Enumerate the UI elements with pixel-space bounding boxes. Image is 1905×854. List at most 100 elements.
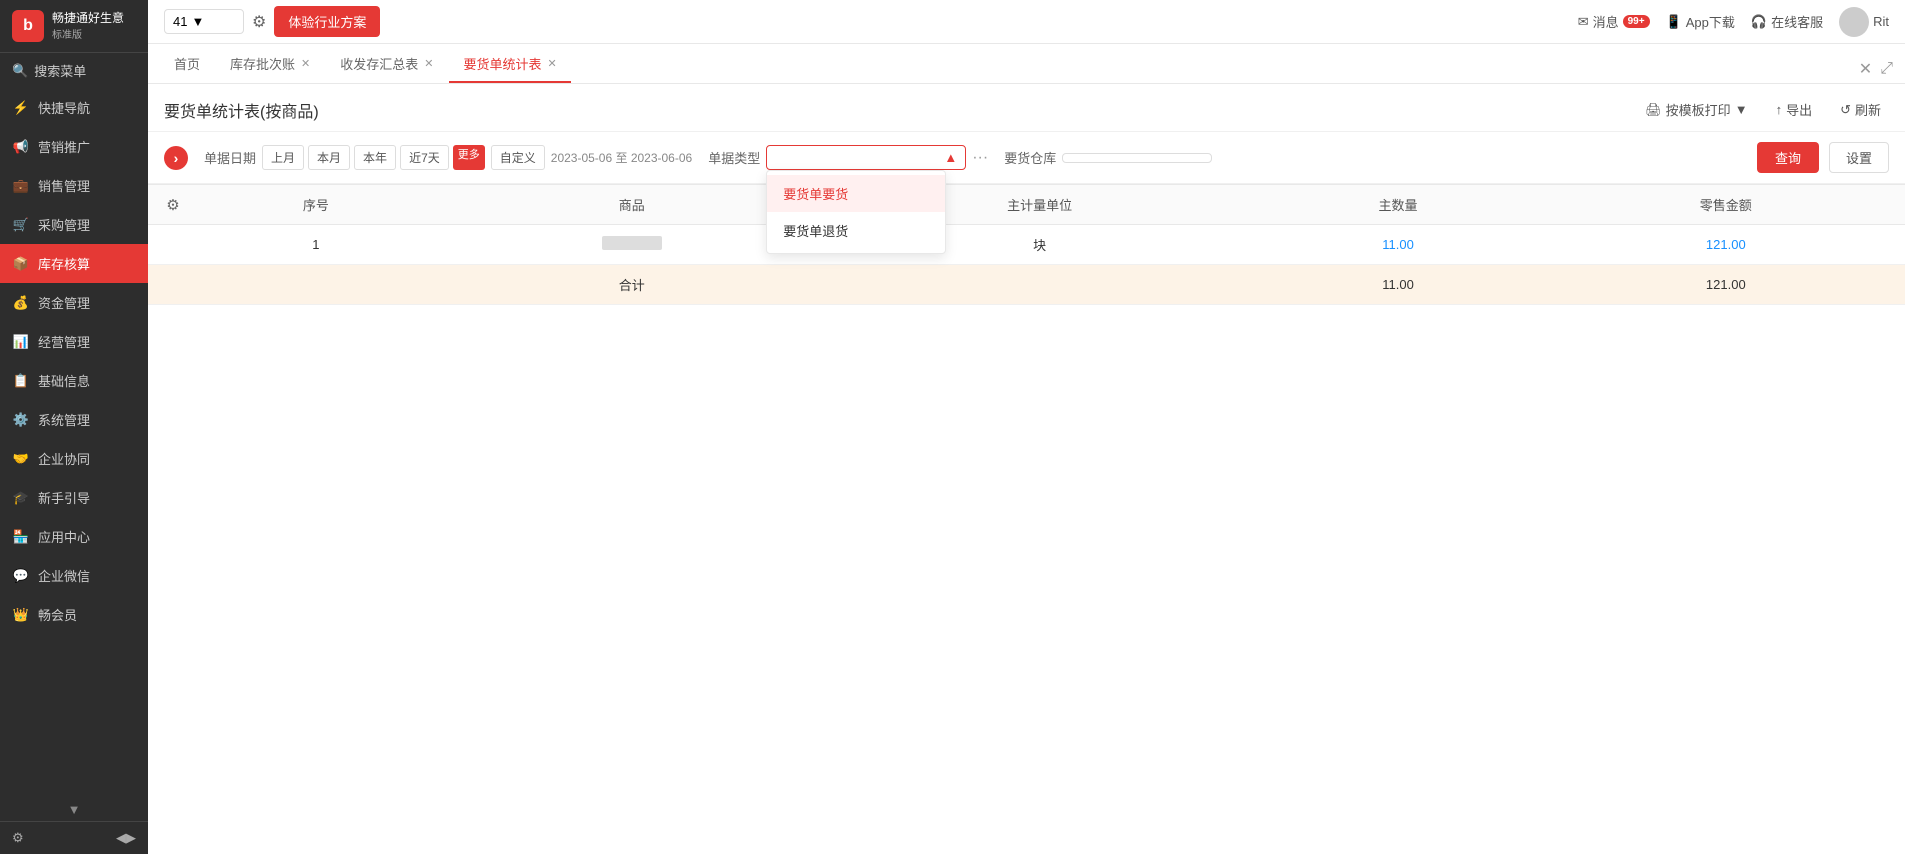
sidebar-item-sales[interactable]: 💼 销售管理 bbox=[0, 166, 148, 205]
type-select-box[interactable]: ▲ bbox=[766, 145, 966, 170]
online-service-item[interactable]: 🎧 在线客服 bbox=[1751, 12, 1823, 31]
export-icon: ↑ bbox=[1776, 102, 1783, 117]
tab-home-label: 首页 bbox=[174, 54, 200, 73]
settings-gear-icon[interactable]: ⚙ bbox=[252, 12, 266, 32]
app-logo-icon: b bbox=[12, 10, 44, 42]
sidebar-item-cooperation[interactable]: 🤝 企业协同 bbox=[0, 439, 148, 478]
sidebar-item-inventory[interactable]: 📦 库存核算 bbox=[0, 244, 148, 283]
refresh-btn[interactable]: ↺ 刷新 bbox=[1832, 96, 1889, 123]
messages-item[interactable]: ✉ 消息 99+ bbox=[1578, 12, 1650, 31]
print-dropdown-icon: ▼ bbox=[1735, 102, 1748, 117]
collapse-icon[interactable]: ◀▶ bbox=[116, 830, 136, 846]
table-container: ⚙ 序号 商品 主计量单位 主数量 零售金额 1 bbox=[148, 184, 1905, 305]
warehouse-select-box[interactable] bbox=[1062, 153, 1212, 163]
sidebar-item-operation[interactable]: 📊 经营管理 bbox=[0, 322, 148, 361]
tab-close-icon[interactable]: ✕ bbox=[424, 57, 433, 70]
sidebar-item-quick-nav[interactable]: ⚡ 快捷导航 bbox=[0, 88, 148, 127]
tab-inventory-batch[interactable]: 库存批次账 ✕ bbox=[216, 46, 324, 83]
filter-bar: › 单据日期 上月 本月 本年 近7天 更多 自定义 2023-05-06 至 … bbox=[148, 132, 1905, 184]
this-month-btn[interactable]: 本月 bbox=[308, 145, 350, 170]
dropdown-item-order[interactable]: 要货单要货 bbox=[767, 175, 945, 212]
topbar-left: 41 ▼ ⚙ 体验行业方案 bbox=[164, 6, 1566, 37]
search-label: 搜索菜单 bbox=[34, 61, 86, 80]
row-num: 1 bbox=[198, 225, 434, 265]
tab-label: 要货单统计表 bbox=[463, 54, 541, 73]
col-settings[interactable]: ⚙ bbox=[148, 185, 198, 225]
last-month-btn[interactable]: 上月 bbox=[262, 145, 304, 170]
purchase-icon: 🛒 bbox=[12, 216, 30, 234]
page-title: 要货单统计表(按商品) bbox=[164, 98, 319, 122]
settings-icon[interactable]: ⚙ bbox=[12, 830, 24, 846]
sidebar-item-label: 采购管理 bbox=[38, 215, 90, 234]
settings-button[interactable]: 设置 bbox=[1829, 142, 1889, 173]
table-row: 1 块 11.00 121.00 bbox=[148, 225, 1905, 265]
filter-expand-btn[interactable]: › bbox=[164, 146, 188, 170]
sidebar-item-member[interactable]: 👑 畅会员 bbox=[0, 595, 148, 634]
page-header: 要货单统计表(按商品) 🖨 按模板打印 ▼ ↑ 导出 ↺ 刷新 bbox=[148, 84, 1905, 132]
tab-home[interactable]: 首页 bbox=[160, 46, 214, 83]
tab-label: 库存批次账 bbox=[230, 54, 295, 73]
messages-label: 消息 bbox=[1593, 12, 1619, 31]
topbar-right: ✉ 消息 99+ 📱 App下载 🎧 在线客服 Rit bbox=[1578, 7, 1889, 37]
close-all-tabs-icon[interactable]: ✕ bbox=[1859, 59, 1872, 79]
sidebar-search[interactable]: 🔍 搜索菜单 bbox=[0, 53, 148, 88]
sidebar-item-marketing[interactable]: 📢 营销推广 bbox=[0, 127, 148, 166]
date-filter-group: 单据日期 上月 本月 本年 近7天 更多 自定义 2023-05-06 至 20… bbox=[204, 145, 692, 170]
tab-close-icon[interactable]: ✕ bbox=[301, 57, 310, 70]
print-label: 按模板打印 bbox=[1666, 100, 1731, 119]
export-btn[interactable]: ↑ 导出 bbox=[1768, 96, 1821, 123]
date-quick-btns: 上月 本月 本年 近7天 更多 bbox=[262, 145, 485, 170]
sidebar-item-system[interactable]: ⚙️ 系统管理 bbox=[0, 400, 148, 439]
table-footer-row: 合计 11.00 121.00 bbox=[148, 265, 1905, 305]
store-number: 41 bbox=[173, 14, 187, 29]
tab-order-summary[interactable]: 要货单统计表 ✕ bbox=[449, 46, 570, 83]
custom-date-btn[interactable]: 自定义 bbox=[491, 145, 545, 170]
col-num: 序号 bbox=[198, 185, 434, 225]
expand-icon[interactable]: ⤢ bbox=[1880, 60, 1893, 78]
user-item[interactable]: Rit bbox=[1839, 7, 1889, 37]
user-name: Rit bbox=[1873, 14, 1889, 29]
wechat-icon: 💬 bbox=[12, 567, 30, 585]
dropdown-item-return[interactable]: 要货单退货 bbox=[767, 212, 945, 249]
sidebar-item-finance[interactable]: 💰 资金管理 bbox=[0, 283, 148, 322]
phone-icon: 📱 bbox=[1666, 14, 1682, 30]
store-selector[interactable]: 41 ▼ bbox=[164, 9, 244, 34]
sidebar-item-label: 资金管理 bbox=[38, 293, 90, 312]
tab-bar: 首页 库存批次账 ✕ 收发存汇总表 ✕ 要货单统计表 ✕ ✕ ⤢ bbox=[148, 44, 1905, 84]
cooperation-icon: 🤝 bbox=[12, 450, 30, 468]
query-button[interactable]: 查询 bbox=[1757, 142, 1819, 173]
sidebar-scroll-down[interactable]: ▼ bbox=[0, 798, 148, 821]
tab-label: 收发存汇总表 bbox=[340, 54, 418, 73]
sales-icon: 💼 bbox=[12, 177, 30, 195]
sidebar-item-wechat[interactable]: 💬 企业微信 bbox=[0, 556, 148, 595]
sidebar-item-appstore[interactable]: 🏪 应用中心 bbox=[0, 517, 148, 556]
sidebar: b 畅捷通好生意 标准版 🔍 搜索菜单 ⚡ 快捷导航 📢 营销推广 💼 销售管理… bbox=[0, 0, 148, 854]
col-settings-icon[interactable]: ⚙ bbox=[166, 197, 179, 214]
refresh-icon: ↺ bbox=[1840, 102, 1851, 118]
sidebar-item-purchase[interactable]: 🛒 采购管理 bbox=[0, 205, 148, 244]
tab-receive-summary[interactable]: 收发存汇总表 ✕ bbox=[326, 46, 447, 83]
app-title: 畅捷通好生意 bbox=[52, 11, 124, 27]
sidebar-item-label: 快捷导航 bbox=[38, 98, 90, 117]
type-select-container: ▲ 要货单要货 要货单退货 bbox=[766, 145, 966, 170]
online-service-label: 在线客服 bbox=[1771, 12, 1823, 31]
last-7-days-btn[interactable]: 近7天 bbox=[400, 145, 449, 170]
tab-close-icon[interactable]: ✕ bbox=[548, 57, 557, 70]
sidebar-item-guide[interactable]: 🎓 新手引导 bbox=[0, 478, 148, 517]
type-select-arrow: ▲ bbox=[944, 150, 957, 165]
inventory-icon: 📦 bbox=[12, 255, 30, 273]
app-download-item[interactable]: 📱 App下载 bbox=[1666, 12, 1735, 31]
sidebar-item-basic[interactable]: 📋 基础信息 bbox=[0, 361, 148, 400]
footer-amount: 121.00 bbox=[1547, 265, 1905, 305]
this-year-btn[interactable]: 本年 bbox=[354, 145, 396, 170]
print-template-btn[interactable]: 🖨 按模板打印 ▼ bbox=[1637, 96, 1755, 123]
more-date-badge[interactable]: 更多 bbox=[453, 145, 485, 170]
row-quantity[interactable]: 11.00 bbox=[1249, 225, 1546, 265]
sidebar-item-label: 企业微信 bbox=[38, 566, 90, 585]
filter-more-icon[interactable]: ··· bbox=[972, 149, 988, 167]
refresh-label: 刷新 bbox=[1855, 100, 1881, 119]
page-toolbar: 🖨 按模板打印 ▼ ↑ 导出 ↺ 刷新 bbox=[1637, 96, 1889, 123]
col-quantity: 主数量 bbox=[1249, 185, 1546, 225]
trial-button[interactable]: 体验行业方案 bbox=[274, 6, 380, 37]
row-amount[interactable]: 121.00 bbox=[1547, 225, 1905, 265]
